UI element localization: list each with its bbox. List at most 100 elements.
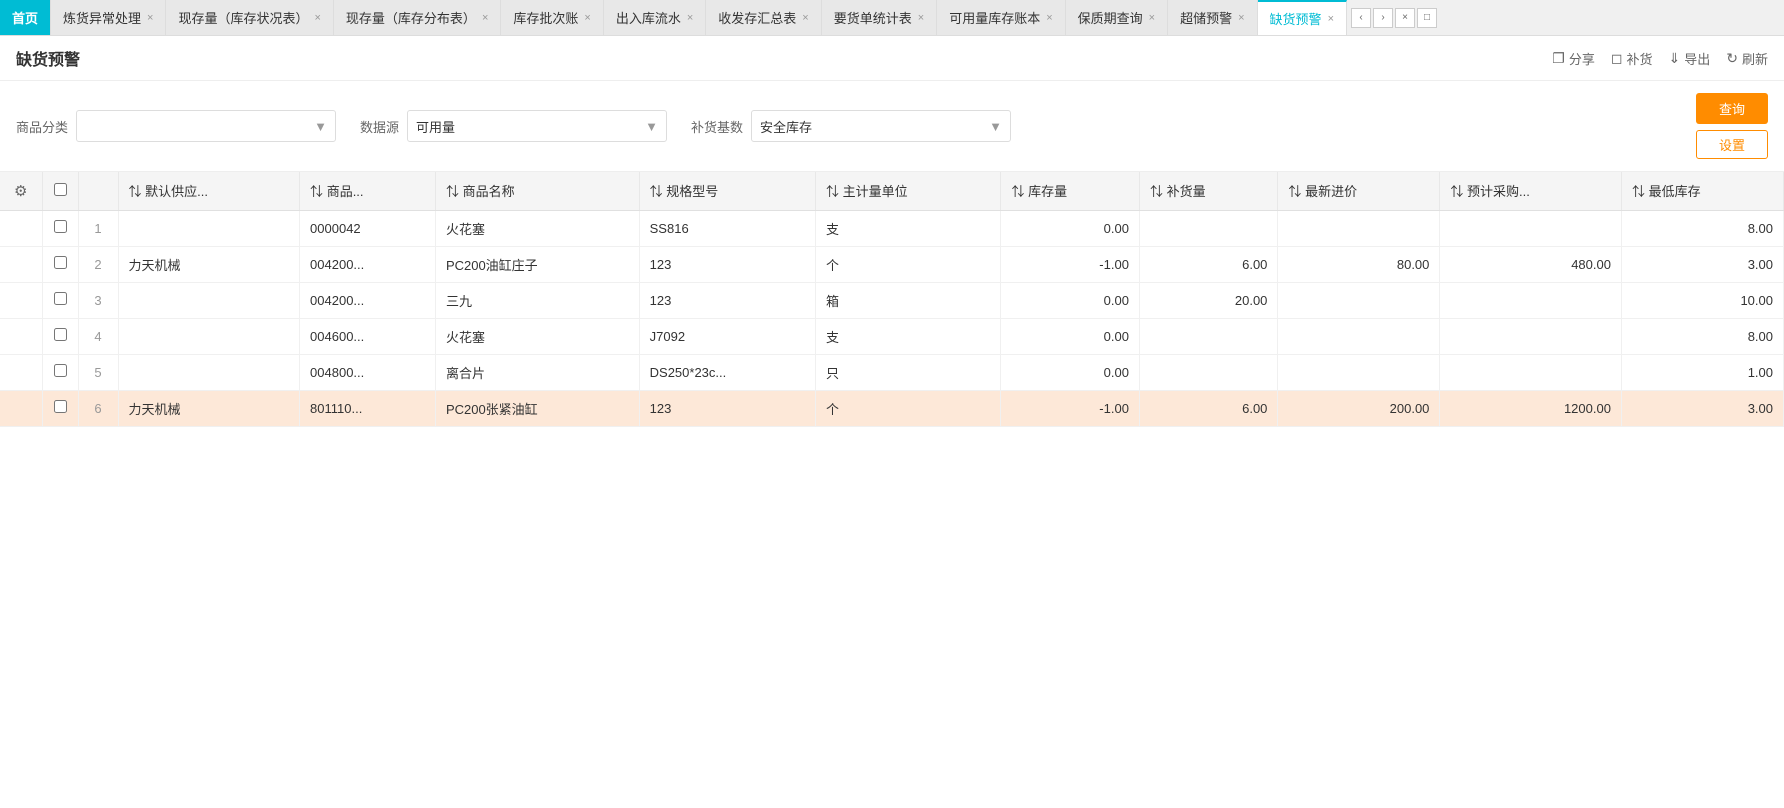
col-latest-price-sort-icon[interactable]: ⇅ [1288,184,1301,199]
tab-keyongliang[interactable]: 可用量库存账本 × [937,0,1065,35]
row-checkbox-cell[interactable] [42,390,78,426]
tab-close-11[interactable]: × [1328,13,1334,25]
select-all-checkbox[interactable] [54,183,67,196]
col-spec-sort-icon[interactable]: ⇅ [650,184,663,199]
datasource-select[interactable]: 可用量 ▼ [407,110,667,142]
row-replenish [1139,210,1277,246]
row-min-stock: 8.00 [1621,210,1783,246]
page-content: 缺货预警 ❐ 分享 ◻ 补货 ⇓ 导出 ↻ 刷新 商品分类 [0,36,1784,808]
row-checkbox-cell[interactable] [42,210,78,246]
row-supplier: 力天机械 [118,390,300,426]
tab-close-7[interactable]: × [918,12,924,24]
tab-xiancunliang2[interactable]: 现存量（库存分布表） × [334,0,501,35]
col-estimated-purchase-sort-icon[interactable]: ⇅ [1450,184,1463,199]
row-estimated-purchase [1440,354,1622,390]
row-unit: 个 [815,246,1000,282]
refresh-button[interactable]: ↻ 刷新 [1726,49,1768,68]
tab-churu[interactable]: 出入库流水 × [604,0,706,35]
row-checkbox-1[interactable] [54,256,67,269]
row-estimated-purchase [1440,282,1622,318]
row-unit: 个 [815,390,1000,426]
tab-maximize-btn[interactable]: □ [1417,8,1437,28]
row-supplier [118,318,300,354]
row-checkbox-cell[interactable] [42,318,78,354]
tab-next-btn[interactable]: › [1373,8,1393,28]
tab-close-6[interactable]: × [802,12,808,24]
settings-button[interactable]: 设置 [1696,130,1768,159]
row-checkbox-0[interactable] [54,220,67,233]
row-checkbox-5[interactable] [54,400,67,413]
col-min-stock-sort-icon[interactable]: ⇅ [1632,184,1645,199]
replenish-button[interactable]: ◻ 补货 [1611,49,1653,68]
filter-bar: 商品分类 ▼ 数据源 可用量 ▼ 补货基数 安全库存 ▼ 查询 设置 [0,81,1784,172]
row-seq: 6 [78,390,118,426]
tab-xiancunliang1[interactable]: 现存量（库存状况表） × [166,0,333,35]
tab-close-3[interactable]: × [482,12,488,24]
row-product-name: 火花塞 [435,318,639,354]
col-product-name-sort-icon[interactable]: ⇅ [446,184,459,199]
tab-baozhi[interactable]: 保质期查询 × [1066,0,1168,35]
action-buttons: 查询 设置 [1696,93,1768,159]
replenish-base-label: 补货基数 [691,117,743,136]
export-icon: ⇓ [1669,50,1681,67]
tab-close-8[interactable]: × [1046,12,1052,24]
table-row: 6 力天机械 801110... PC200张紧油缸 123 个 -1.00 6… [0,390,1784,426]
row-checkbox-3[interactable] [54,328,67,341]
col-replenish-sort-icon[interactable]: ⇅ [1150,184,1163,199]
table-row: 1 0000042 火花塞 SS816 支 0.00 8.00 [0,210,1784,246]
tab-close-5[interactable]: × [687,12,693,24]
row-checkbox-cell[interactable] [42,282,78,318]
row-unit: 箱 [815,282,1000,318]
row-settings-cell [0,210,42,246]
col-product-code-sort-icon[interactable]: ⇅ [310,184,323,199]
col-stock-sort-icon[interactable]: ⇅ [1011,184,1024,199]
tab-bar: 首页 炼货异常处理 × 现存量（库存状况表） × 现存量（库存分布表） × 库存… [0,0,1784,36]
page-header: 缺货预警 ❐ 分享 ◻ 补货 ⇓ 导出 ↻ 刷新 [0,36,1784,81]
tab-yaohuo[interactable]: 要货单统计表 × [822,0,937,35]
row-spec: 123 [639,282,815,318]
row-estimated-purchase: 480.00 [1440,246,1622,282]
col-supplier-sort-icon[interactable]: ⇅ [129,184,142,199]
tab-prev-btn[interactable]: ‹ [1351,8,1371,28]
row-estimated-purchase [1440,210,1622,246]
tab-close-10[interactable]: × [1238,12,1244,24]
tab-chaochuyujing[interactable]: 超储预警 × [1168,0,1257,35]
row-checkbox-cell[interactable] [42,354,78,390]
row-replenish: 6.00 [1139,390,1277,426]
share-button[interactable]: ❐ 分享 [1552,49,1595,68]
gear-icon[interactable]: ⚙ [14,183,27,200]
tab-home[interactable]: 首页 [0,0,51,35]
tab-kucunpici[interactable]: 库存批次账 × [501,0,603,35]
category-arrow-icon: ▼ [314,119,327,134]
tab-quehuo[interactable]: 缺货预警 × [1258,0,1347,35]
row-product-code: 004200... [300,246,436,282]
row-latest-price [1278,210,1440,246]
row-seq: 4 [78,318,118,354]
row-checkbox-2[interactable] [54,292,67,305]
tab-close-1[interactable]: × [147,12,153,24]
tab-shoufacun[interactable]: 收发存汇总表 × [706,0,821,35]
tab-close-2[interactable]: × [314,12,320,24]
tab-close-all-btn[interactable]: × [1395,8,1415,28]
category-select[interactable]: ▼ [76,110,336,142]
query-button[interactable]: 查询 [1696,93,1768,124]
col-unit-sort-icon[interactable]: ⇅ [826,184,839,199]
tab-close-4[interactable]: × [584,12,590,24]
row-checkbox-cell[interactable] [42,246,78,282]
table-header-row: ⚙ ⇅ 默认供应... ⇅ 商品... ⇅ [0,172,1784,210]
row-latest-price [1278,354,1440,390]
col-supplier: ⇅ 默认供应... [118,172,300,210]
tab-close-9[interactable]: × [1149,12,1155,24]
row-seq: 5 [78,354,118,390]
col-seq [78,172,118,210]
col-settings[interactable]: ⚙ [0,172,42,210]
tab-lianhuo[interactable]: 炼货异常处理 × [51,0,166,35]
row-min-stock: 10.00 [1621,282,1783,318]
row-product-code: 004800... [300,354,436,390]
replenish-base-select[interactable]: 安全库存 ▼ [751,110,1011,142]
row-checkbox-4[interactable] [54,364,67,377]
page-title: 缺货预警 [16,46,80,70]
export-button[interactable]: ⇓ 导出 [1669,49,1711,68]
row-spec: SS816 [639,210,815,246]
col-checkbox[interactable] [42,172,78,210]
